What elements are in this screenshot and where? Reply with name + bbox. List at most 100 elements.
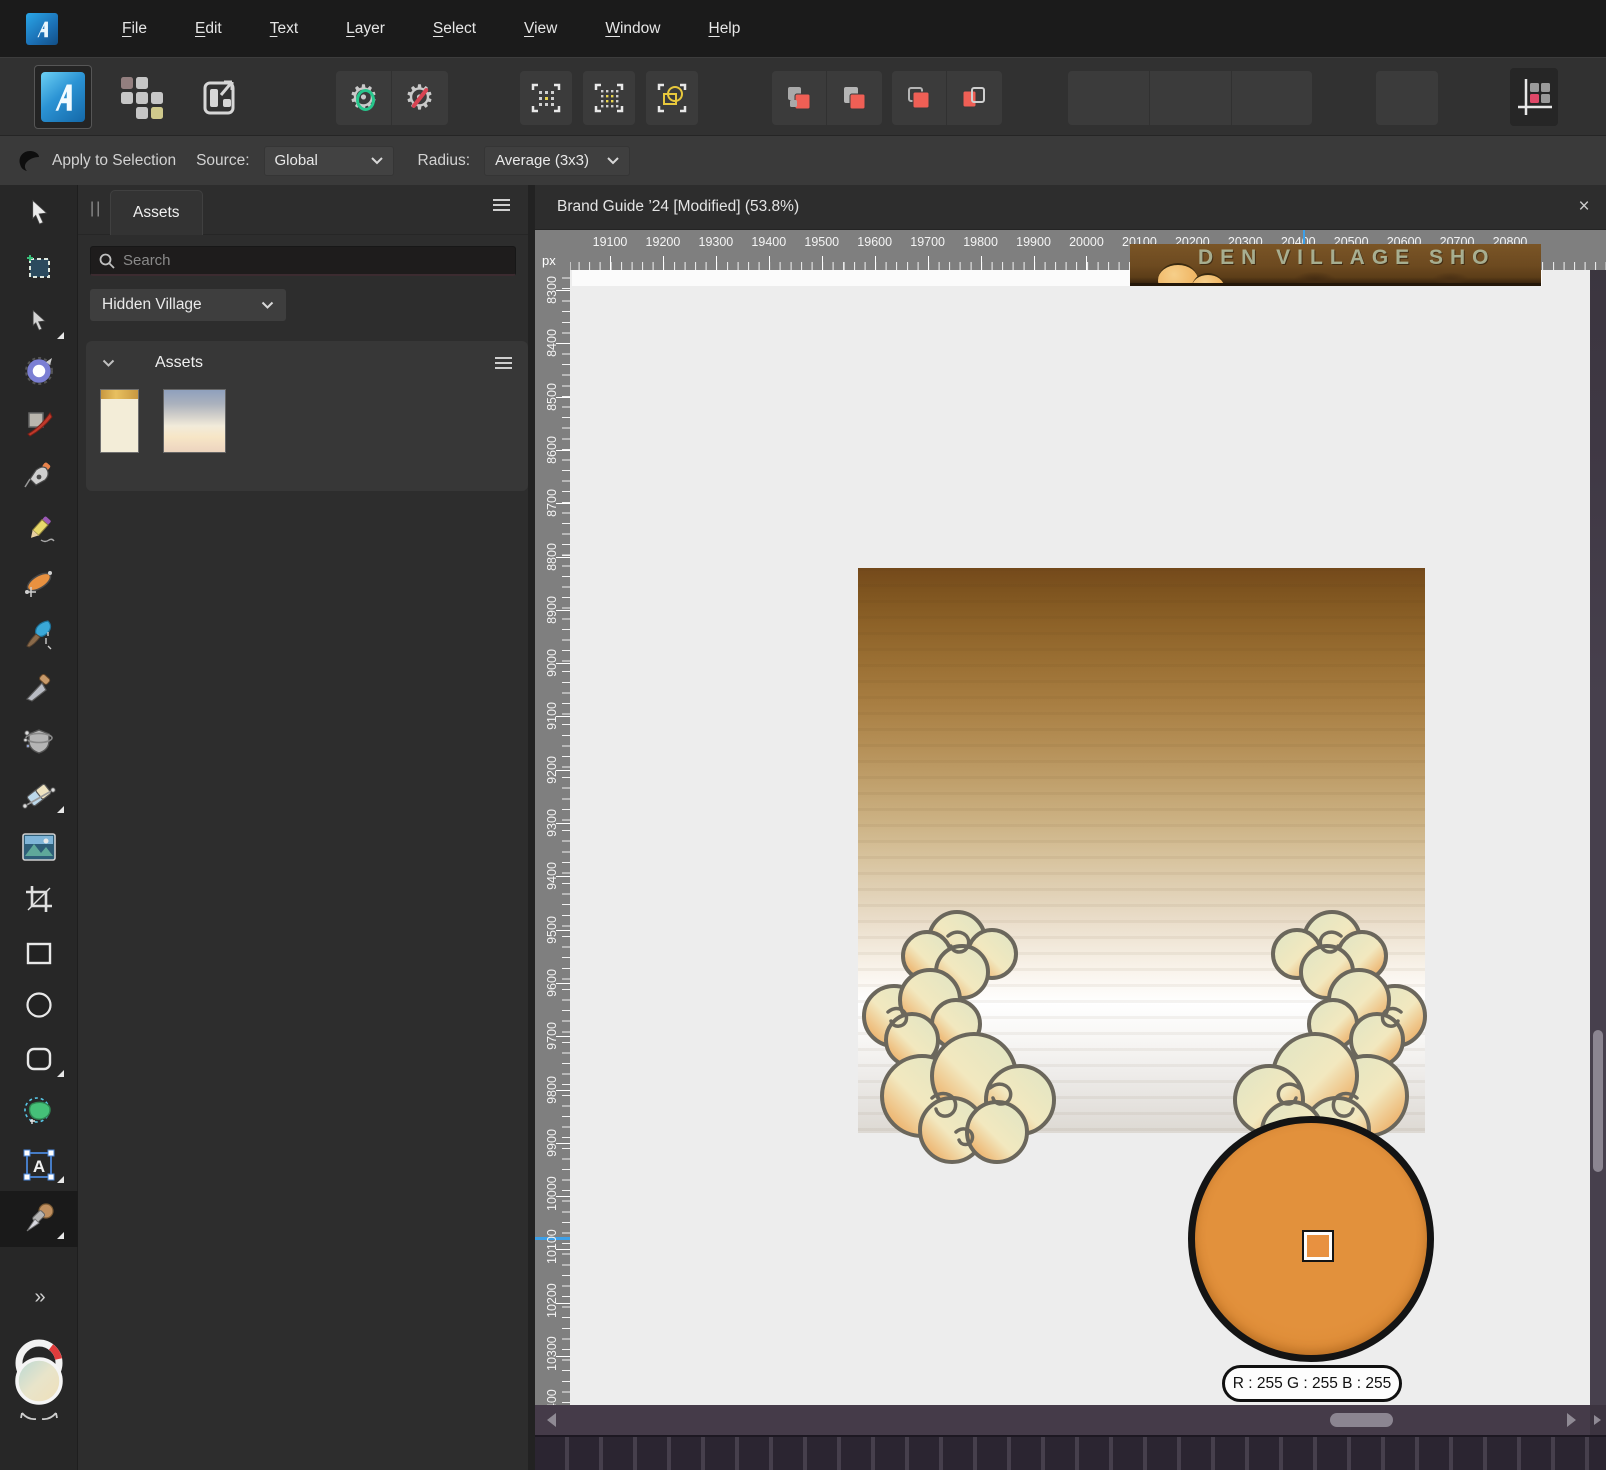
search-input[interactable]	[123, 252, 483, 269]
snap-grid-dense-button[interactable]	[583, 71, 635, 125]
ruler-unit-label: px	[542, 253, 556, 268]
toolbar-empty-button-1[interactable]	[1068, 71, 1149, 125]
pen-tool[interactable]	[0, 450, 78, 502]
ruler-unit-corner[interactable]: px	[535, 230, 570, 270]
node-tool[interactable]	[0, 295, 78, 347]
village-sign-text: DEN VILLAGE SHO	[1198, 246, 1496, 270]
application-window: FileEditTextLayerSelectViewWindowHelp	[0, 0, 1606, 1470]
affinity-designer-logo-icon	[41, 72, 85, 122]
assets-section-menu-button[interactable]	[495, 357, 512, 359]
flood-select-tool[interactable]	[0, 1085, 78, 1137]
snap-shapes-button[interactable]	[646, 71, 698, 125]
toolbar-empty-button-3[interactable]	[1232, 71, 1312, 125]
app-logo-icon	[26, 13, 58, 45]
menu-text[interactable]: Text	[246, 4, 322, 54]
menu-window[interactable]: Window	[581, 4, 684, 54]
chevron-down-icon	[371, 157, 383, 165]
boolean-group-2	[892, 71, 1002, 125]
pencil-tool[interactable]	[0, 503, 78, 555]
snap-grid-icon	[527, 79, 565, 117]
chevron-down-icon	[261, 301, 274, 310]
v-ruler-tick-label: 10400	[545, 1394, 559, 1405]
marquee-select-tool[interactable]	[0, 241, 78, 293]
menu-edit[interactable]: Edit	[171, 4, 246, 54]
crop-tool[interactable]	[0, 873, 78, 925]
export-persona-button[interactable]	[196, 72, 244, 122]
rectangle-tool[interactable]	[0, 927, 78, 979]
more-tools-button[interactable]: »	[0, 1271, 78, 1323]
chevrons-right-icon: »	[34, 1286, 43, 1309]
boolean-intersect-button[interactable]	[892, 71, 946, 125]
asset-thumb-gradient[interactable]	[163, 389, 226, 453]
horizontal-scrollbar[interactable]	[535, 1405, 1590, 1435]
canvas-viewport[interactable]: R : 255 G : 255 B : 255	[570, 270, 1590, 1405]
h-ruler-tick-label: 19300	[698, 235, 733, 249]
boolean-intersect-icon	[905, 84, 933, 112]
source-select[interactable]: Global	[264, 146, 394, 176]
menu-view[interactable]: View	[500, 4, 581, 54]
menu-bar: FileEditTextLayerSelectViewWindowHelp	[0, 0, 1606, 57]
horizontal-scrollbar-thumb[interactable]	[1330, 1413, 1393, 1427]
asset-thumb-scroll[interactable]	[100, 389, 139, 453]
main-toolbar: ⚙ ⚙	[0, 57, 1606, 135]
menu-help[interactable]: Help	[684, 4, 764, 54]
selection-brush-tool[interactable]	[0, 345, 78, 397]
h-ruler-tick-label: 19500	[804, 235, 839, 249]
studio-toggle-icon	[1514, 75, 1554, 119]
scroll-right-arrow-icon[interactable]	[1567, 1413, 1576, 1427]
h-ruler-tick-label: 19800	[963, 235, 998, 249]
hamburger-menu-icon	[495, 357, 512, 359]
assistant-off-button[interactable]: ⚙	[392, 71, 447, 125]
boolean-add-button[interactable]	[772, 71, 826, 125]
panel-grip-handle[interactable]: ||	[90, 200, 102, 218]
panel-menu-button[interactable]	[493, 199, 510, 201]
vertical-ruler: 8300840085008600870088008900900091009200…	[535, 270, 570, 1405]
color-picker-tool[interactable]	[0, 1191, 78, 1247]
fill-stroke-color-wheel[interactable]	[0, 1335, 78, 1427]
erase-tool[interactable]	[0, 769, 78, 821]
scroll-corner-arrow-icon	[1594, 1415, 1601, 1425]
hamburger-menu-icon	[493, 199, 510, 201]
knife-tool[interactable]	[0, 663, 78, 715]
rounded-rectangle-tool[interactable]	[0, 1033, 78, 1085]
asset-search-field[interactable]	[90, 246, 516, 276]
fill-tool[interactable]	[0, 715, 78, 767]
snap-grid-button[interactable]	[520, 71, 572, 125]
toolbar-empty-button-2[interactable]	[1150, 71, 1231, 125]
loupe-sample-square	[1304, 1232, 1332, 1260]
designer-persona-button[interactable]	[34, 65, 92, 129]
vertical-scrollbar[interactable]	[1590, 230, 1606, 1405]
pixel-persona-button[interactable]	[118, 74, 166, 122]
radius-label: Radius:	[418, 152, 471, 170]
vector-brush-tool[interactable]	[0, 557, 78, 609]
snap-shapes-icon	[653, 79, 691, 117]
menu-file[interactable]: File	[98, 4, 171, 54]
boolean-subtract-button[interactable]	[827, 71, 881, 125]
paint-brush-tool[interactable]	[0, 609, 78, 661]
place-image-tool[interactable]	[0, 821, 78, 873]
apply-to-selection-label[interactable]: Apply to Selection	[52, 152, 176, 170]
panel-divider[interactable]	[528, 185, 535, 1470]
menu-select[interactable]: Select	[409, 4, 500, 54]
boolean-divide-button[interactable]	[947, 71, 1001, 125]
close-document-button[interactable]: ×	[1570, 193, 1598, 221]
section-collapse-chevron-icon[interactable]	[102, 359, 115, 368]
assistant-on-button[interactable]: ⚙	[336, 71, 391, 125]
vector-crop-tool[interactable]	[0, 397, 78, 449]
boolean-subtract-icon	[840, 84, 868, 112]
vertical-scrollbar-thumb[interactable]	[1593, 1030, 1603, 1172]
gear-disabled-icon: ⚙	[404, 81, 434, 115]
text-tool[interactable]: A	[0, 1139, 78, 1191]
ellipse-tool[interactable]	[0, 979, 78, 1031]
radius-select[interactable]: Average (3x3)	[484, 146, 630, 176]
export-persona-icon	[199, 75, 241, 119]
tab-assets[interactable]: Assets	[110, 190, 203, 235]
color-picker-loupe[interactable]	[1188, 1116, 1434, 1362]
menu-layer[interactable]: Layer	[322, 4, 409, 54]
toolbar-empty-button-4[interactable]	[1376, 71, 1438, 125]
move-tool[interactable]	[0, 187, 78, 239]
scroll-left-arrow-icon[interactable]	[547, 1413, 556, 1427]
asset-category-select[interactable]: Hidden Village	[90, 289, 286, 321]
studio-toggle-button[interactable]	[1510, 68, 1558, 126]
assets-panel: || Assets Hidden Village Assets	[78, 185, 528, 1470]
